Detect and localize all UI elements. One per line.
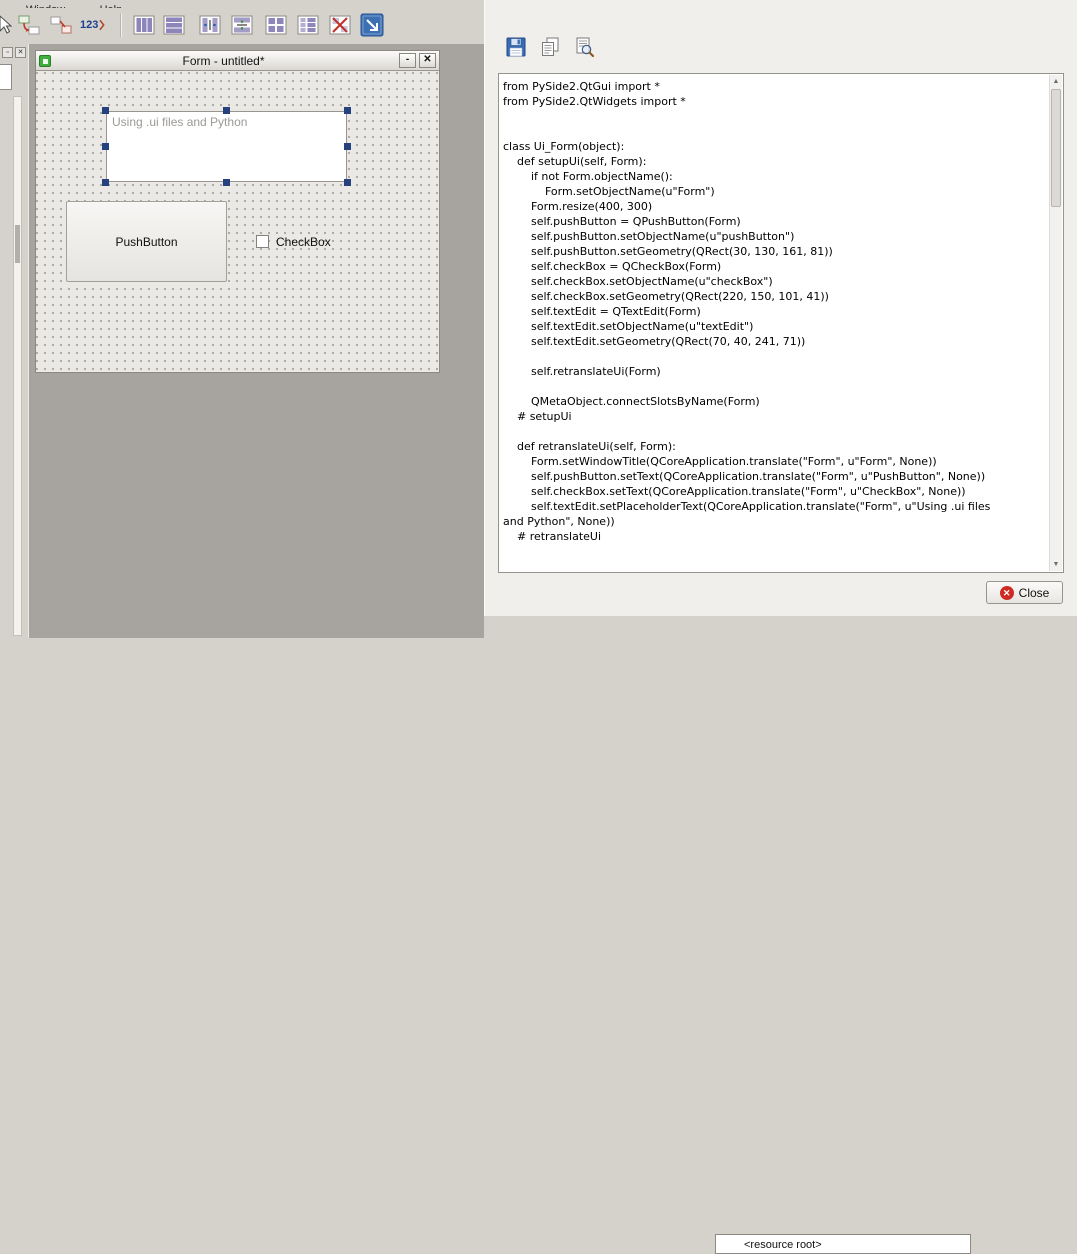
code-vertical-scrollbar[interactable]: ▲ ▼	[1049, 75, 1062, 571]
break-layout-icon[interactable]	[327, 12, 353, 38]
code-line: QMetaObject.connectSlotsByName(Form)	[503, 394, 1046, 409]
selection-handle-mid-left[interactable]	[102, 143, 109, 150]
close-circle-icon: ✕	[1000, 586, 1014, 600]
selection-handle-top-right[interactable]	[344, 107, 351, 114]
scroll-down-icon[interactable]: ▼	[1050, 558, 1062, 571]
code-line	[503, 124, 1046, 139]
checkbox-label: CheckBox	[276, 235, 331, 249]
code-line: Form.setObjectName(u"Form")	[503, 184, 1046, 199]
menubar: Window Help	[0, 0, 484, 8]
dock-close-icon[interactable]: ✕	[15, 47, 26, 58]
form-title: Form - untitled*	[51, 54, 396, 68]
print-preview-icon[interactable]	[571, 34, 597, 60]
edit-signals-slots-icon[interactable]	[16, 12, 42, 38]
layout-splitter-horizontal-icon[interactable]	[197, 12, 223, 38]
edit-tab-order-icon[interactable]: 123	[80, 12, 106, 38]
adjust-size-icon[interactable]	[359, 12, 385, 38]
edit-widgets-icon[interactable]	[0, 12, 17, 38]
selection-handle-mid-right[interactable]	[344, 143, 351, 150]
code-line: self.textEdit = QTextEdit(Form)	[503, 304, 1046, 319]
main-toolbar: 123	[0, 8, 484, 44]
code-line	[503, 379, 1046, 394]
pushbutton-widget[interactable]: PushButton	[66, 201, 227, 282]
code-line: self.checkBox = QCheckBox(Form)	[503, 259, 1046, 274]
code-line: self.checkBox.setText(QCoreApplication.t…	[503, 484, 1046, 499]
code-line: Form.setWindowTitle(QCoreApplication.tra…	[503, 454, 1046, 469]
form-canvas[interactable]: Using .ui files and Python PushButton Ch…	[36, 71, 439, 372]
selection-handle-bottom-right[interactable]	[344, 179, 351, 186]
code-line	[503, 349, 1046, 364]
textedit-widget[interactable]: Using .ui files and Python	[106, 111, 347, 182]
copy-icon[interactable]	[537, 34, 563, 60]
toolbar-separator	[120, 13, 122, 37]
code-line: self.checkBox.setObjectName(u"checkBox")	[503, 274, 1046, 289]
code-line: # retranslateUi	[503, 529, 1046, 544]
close-button-label: Close	[1019, 586, 1050, 600]
qt-designer-screen: { "colors": { "chrome_bg": "#d5d2cc", "c…	[0, 0, 1077, 638]
code-line: self.checkBox.setGeometry(QRect(220, 150…	[503, 289, 1046, 304]
code-preview-panel: from PySide2.QtGui import *from PySide2.…	[484, 0, 1077, 616]
code-line: and Python", None))	[503, 514, 1046, 529]
code-view[interactable]: from PySide2.QtGui import *from PySide2.…	[498, 73, 1064, 573]
layout-vertical-icon[interactable]	[161, 12, 187, 38]
resource-root-item[interactable]: <resource root>	[716, 1235, 970, 1251]
code-line	[503, 109, 1046, 124]
checkbox-indicator[interactable]	[256, 235, 269, 248]
pushbutton-label: PushButton	[115, 235, 177, 249]
code-line: self.retranslateUi(Form)	[503, 364, 1046, 379]
edit-buddies-icon[interactable]	[48, 12, 74, 38]
code-line: self.pushButton.setObjectName(u"pushButt…	[503, 229, 1046, 244]
form-titlebar[interactable]: Form - untitled* - ✕	[36, 51, 439, 71]
code-line: class Ui_Form(object):	[503, 139, 1046, 154]
close-window-button[interactable]: ✕	[419, 53, 436, 68]
code-line: def setupUi(self, Form):	[503, 154, 1046, 169]
code-line: from PySide2.QtWidgets import *	[503, 94, 1046, 109]
save-icon[interactable]	[503, 34, 529, 60]
bottom-strip: <resource root>	[484, 616, 1077, 638]
selection-handle-bottom-center[interactable]	[223, 179, 230, 186]
layout-horizontal-icon[interactable]	[131, 12, 157, 38]
code-line: self.textEdit.setGeometry(QRect(70, 40, …	[503, 334, 1046, 349]
code-line: self.pushButton = QPushButton(Form)	[503, 214, 1046, 229]
checkbox-widget[interactable]: CheckBox	[256, 221, 357, 262]
code-line: # setupUi	[503, 409, 1046, 424]
widgetbox-filter-input[interactable]	[0, 64, 12, 90]
code-line: def retranslateUi(self, Form):	[503, 439, 1046, 454]
textedit-placeholder: Using .ui files and Python	[112, 115, 247, 129]
code-line: self.pushButton.setGeometry(QRect(30, 13…	[503, 244, 1046, 259]
selection-handle-top-center[interactable]	[223, 107, 230, 114]
form-window[interactable]: Form - untitled* - ✕ Using .ui files and…	[35, 50, 440, 373]
resource-browser[interactable]: <resource root>	[715, 1234, 971, 1254]
selection-handle-bottom-left[interactable]	[102, 179, 109, 186]
code-toolbar	[503, 34, 597, 62]
layout-form-icon[interactable]	[295, 12, 321, 38]
code-line: Form.resize(400, 300)	[503, 199, 1046, 214]
code-line	[503, 424, 1046, 439]
layout-grid-icon[interactable]	[263, 12, 289, 38]
code-line: if not Form.objectName():	[503, 169, 1046, 184]
scrollbar-thumb[interactable]	[15, 225, 20, 263]
code-line: self.textEdit.setPlaceholderText(QCoreAp…	[503, 499, 1046, 514]
close-button[interactable]: ✕ Close	[986, 581, 1063, 604]
minimize-button[interactable]: -	[399, 53, 416, 68]
form-icon	[39, 55, 51, 67]
code-editor[interactable]: from PySide2.QtGui import *from PySide2.…	[503, 79, 1046, 568]
code-line: from PySide2.QtGui import *	[503, 79, 1046, 94]
left-dock-panel: ▫ ✕	[0, 44, 28, 638]
dock-float-icon[interactable]: ▫	[2, 47, 13, 58]
scroll-up-icon[interactable]: ▲	[1050, 75, 1062, 88]
code-line: self.pushButton.setText(QCoreApplication…	[503, 469, 1046, 484]
code-line: self.textEdit.setObjectName(u"textEdit")	[503, 319, 1046, 334]
scrollbar-thumb[interactable]	[1051, 89, 1061, 207]
selection-handle-top-left[interactable]	[102, 107, 109, 114]
widgetbox-scrollbar[interactable]	[13, 96, 22, 636]
layout-splitter-vertical-icon[interactable]	[229, 12, 255, 38]
